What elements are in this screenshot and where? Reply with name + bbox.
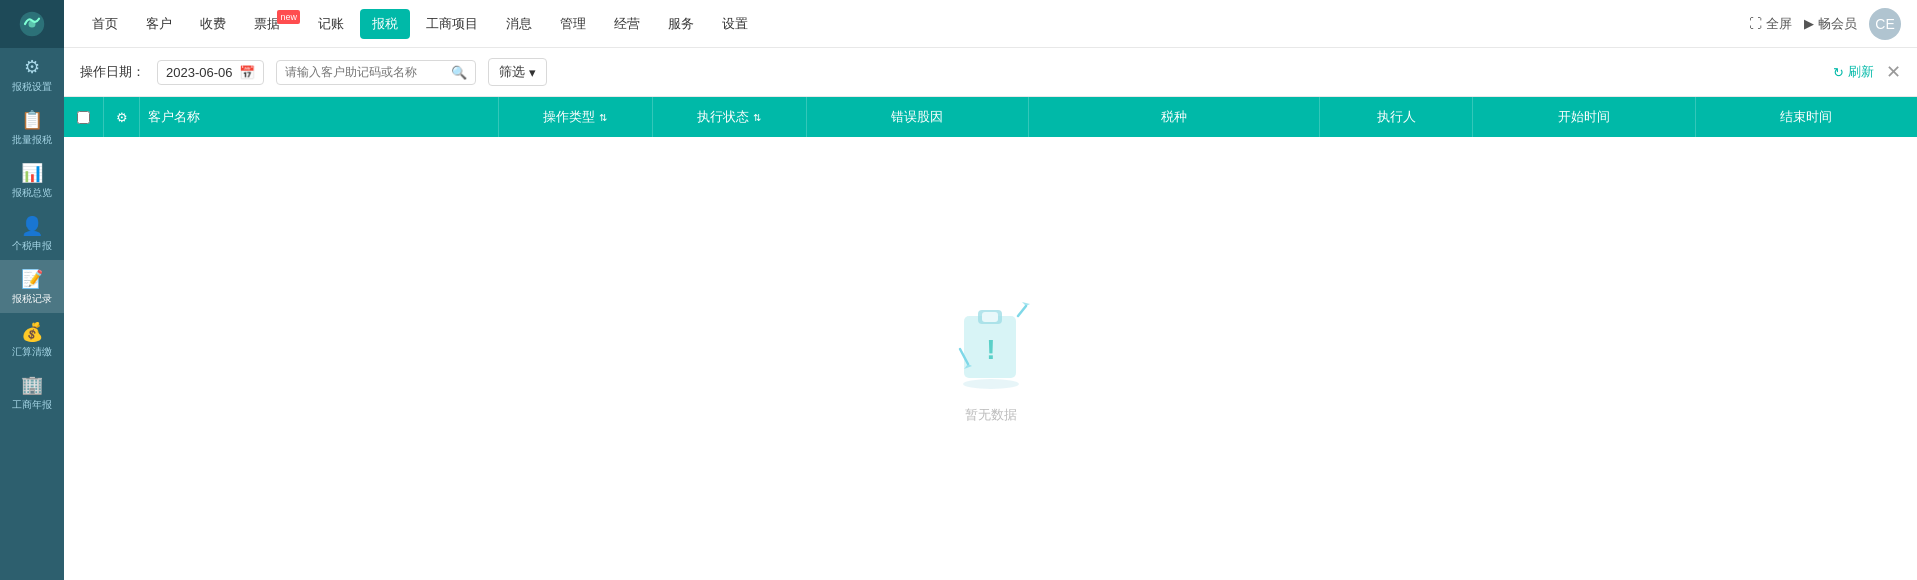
baoshui-zonglan-icon: 📊 — [21, 162, 43, 184]
sidebar-item-baoshui-shezhi[interactable]: ⚙ 报税设置 — [0, 48, 64, 101]
refresh-button[interactable]: ↻ 刷新 — [1833, 63, 1874, 81]
search-input[interactable] — [285, 65, 445, 79]
select-all-checkbox[interactable] — [77, 111, 90, 124]
main-area: 首页 客户 收费 票据 new 记账 报税 工商项目 消息 管理 经营 服务 设… — [64, 0, 1917, 580]
svg-rect-4 — [982, 312, 998, 322]
baoshui-shezhi-icon: ⚙ — [24, 56, 40, 78]
empty-text: 暂无数据 — [965, 406, 1017, 424]
sidebar-item-label: 报税总览 — [12, 187, 52, 199]
th-endtime: 结束时间 — [1696, 97, 1917, 137]
svg-point-1 — [29, 21, 36, 28]
member-icon: ▶ — [1804, 16, 1814, 31]
gongshang-nianbao-icon: 🏢 — [21, 374, 43, 396]
new-badge: new — [277, 10, 300, 24]
search-icon: 🔍 — [451, 65, 467, 80]
chevron-down-icon: ▾ — [529, 65, 536, 80]
nav-shouye[interactable]: 首页 — [80, 9, 130, 39]
toolbar-right: ↻ 刷新 ✕ — [1833, 63, 1901, 81]
search-box: 🔍 — [276, 60, 476, 85]
avatar[interactable]: CE — [1869, 8, 1901, 40]
nav-piaoju[interactable]: 票据 new — [242, 9, 302, 39]
gear-icon: ⚙ — [116, 110, 128, 125]
nav-jingying[interactable]: 经营 — [602, 9, 652, 39]
sidebar-logo — [0, 0, 64, 48]
sidebar: ⚙ 报税设置 📋 批量报税 📊 报税总览 👤 个税申报 📝 报税记录 💰 汇算清… — [0, 0, 64, 580]
filter-button[interactable]: 筛选 ▾ — [488, 58, 547, 86]
nav-xiaoxi[interactable]: 消息 — [494, 9, 544, 39]
th-starttime: 开始时间 — [1473, 97, 1695, 137]
sidebar-item-huisuan-jiaona[interactable]: 💰 汇算清缴 — [0, 313, 64, 366]
geshuishenb-icon: 👤 — [21, 215, 43, 237]
sidebar-item-geshuishenb[interactable]: 👤 个税申报 — [0, 207, 64, 260]
th-gear[interactable]: ⚙ — [104, 97, 140, 137]
th-checkbox[interactable] — [64, 97, 104, 137]
close-button[interactable]: ✕ — [1886, 63, 1901, 81]
nav-fuwu[interactable]: 服务 — [656, 9, 706, 39]
sidebar-item-label: 工商年报 — [12, 399, 52, 411]
nav-shoufei[interactable]: 收费 — [188, 9, 238, 39]
topnav: 首页 客户 收费 票据 new 记账 报税 工商项目 消息 管理 经营 服务 设… — [64, 0, 1917, 48]
svg-line-8 — [1018, 306, 1026, 316]
nav-baoshui[interactable]: 报税 — [360, 9, 410, 39]
table-wrapper: ⚙ 客户名称 操作类型 ⇅ 执行状态 ⇅ 错误股因 税种 — [64, 97, 1917, 580]
th-error: 错误股因 — [807, 97, 1029, 137]
th-customer: 客户名称 — [140, 97, 499, 137]
date-label: 操作日期： — [80, 63, 145, 81]
nav-jizhang[interactable]: 记账 — [306, 9, 356, 39]
table-header: ⚙ 客户名称 操作类型 ⇅ 执行状态 ⇅ 错误股因 税种 — [64, 97, 1917, 137]
date-value: 2023-06-06 — [166, 65, 233, 80]
piliang-baoshui-icon: 📋 — [21, 109, 43, 131]
sidebar-item-gongshang-nianbao[interactable]: 🏢 工商年报 — [0, 366, 64, 419]
sort-icon: ⇅ — [599, 112, 607, 123]
th-optype[interactable]: 操作类型 ⇅ — [499, 97, 653, 137]
fullscreen-button[interactable]: ⛶ 全屏 — [1749, 15, 1792, 33]
filter-label: 筛选 — [499, 63, 525, 81]
sidebar-item-baoshui-zonglan[interactable]: 📊 报税总览 — [0, 154, 64, 207]
sidebar-item-label: 个税申报 — [12, 240, 52, 252]
empty-illustration: ! — [946, 294, 1036, 394]
nav-items: 首页 客户 收费 票据 new 记账 报税 工商项目 消息 管理 经营 服务 设… — [80, 9, 1749, 39]
sidebar-item-label: 报税记录 — [12, 293, 52, 305]
sidebar-item-label: 批量报税 — [12, 134, 52, 146]
huisuan-jiaona-icon: 💰 — [21, 321, 43, 343]
svg-text:!: ! — [986, 334, 995, 365]
th-status[interactable]: 执行状态 ⇅ — [653, 97, 807, 137]
sidebar-item-baoshui-jilu[interactable]: 📝 报税记录 — [0, 260, 64, 313]
nav-guanli[interactable]: 管理 — [548, 9, 598, 39]
th-tax: 税种 — [1029, 97, 1320, 137]
nav-gongshang-xiangmu[interactable]: 工商项目 — [414, 9, 490, 39]
content-area: 操作日期： 2023-06-06 📅 🔍 筛选 ▾ ↻ 刷新 ✕ — [64, 48, 1917, 580]
topnav-right: ⛶ 全屏 ▶ 畅会员 CE — [1749, 8, 1901, 40]
svg-point-10 — [963, 379, 1019, 389]
empty-state: ! 暂无数据 — [64, 137, 1917, 580]
sidebar-item-label: 报税设置 — [12, 81, 52, 93]
nav-kehu[interactable]: 客户 — [134, 9, 184, 39]
date-picker[interactable]: 2023-06-06 📅 — [157, 60, 264, 85]
baoshui-jilu-icon: 📝 — [21, 268, 43, 290]
sidebar-item-piliang-baoshui[interactable]: 📋 批量报税 — [0, 101, 64, 154]
svg-marker-9 — [1022, 302, 1030, 306]
fullscreen-icon: ⛶ — [1749, 16, 1762, 31]
sort-icon: ⇅ — [753, 112, 761, 123]
sidebar-item-label: 汇算清缴 — [12, 346, 52, 358]
nav-shezhi[interactable]: 设置 — [710, 9, 760, 39]
calendar-icon: 📅 — [239, 65, 255, 80]
toolbar: 操作日期： 2023-06-06 📅 🔍 筛选 ▾ ↻ 刷新 ✕ — [64, 48, 1917, 97]
th-executor: 执行人 — [1320, 97, 1474, 137]
refresh-icon: ↻ — [1833, 65, 1844, 80]
member-button[interactable]: ▶ 畅会员 — [1804, 15, 1857, 33]
